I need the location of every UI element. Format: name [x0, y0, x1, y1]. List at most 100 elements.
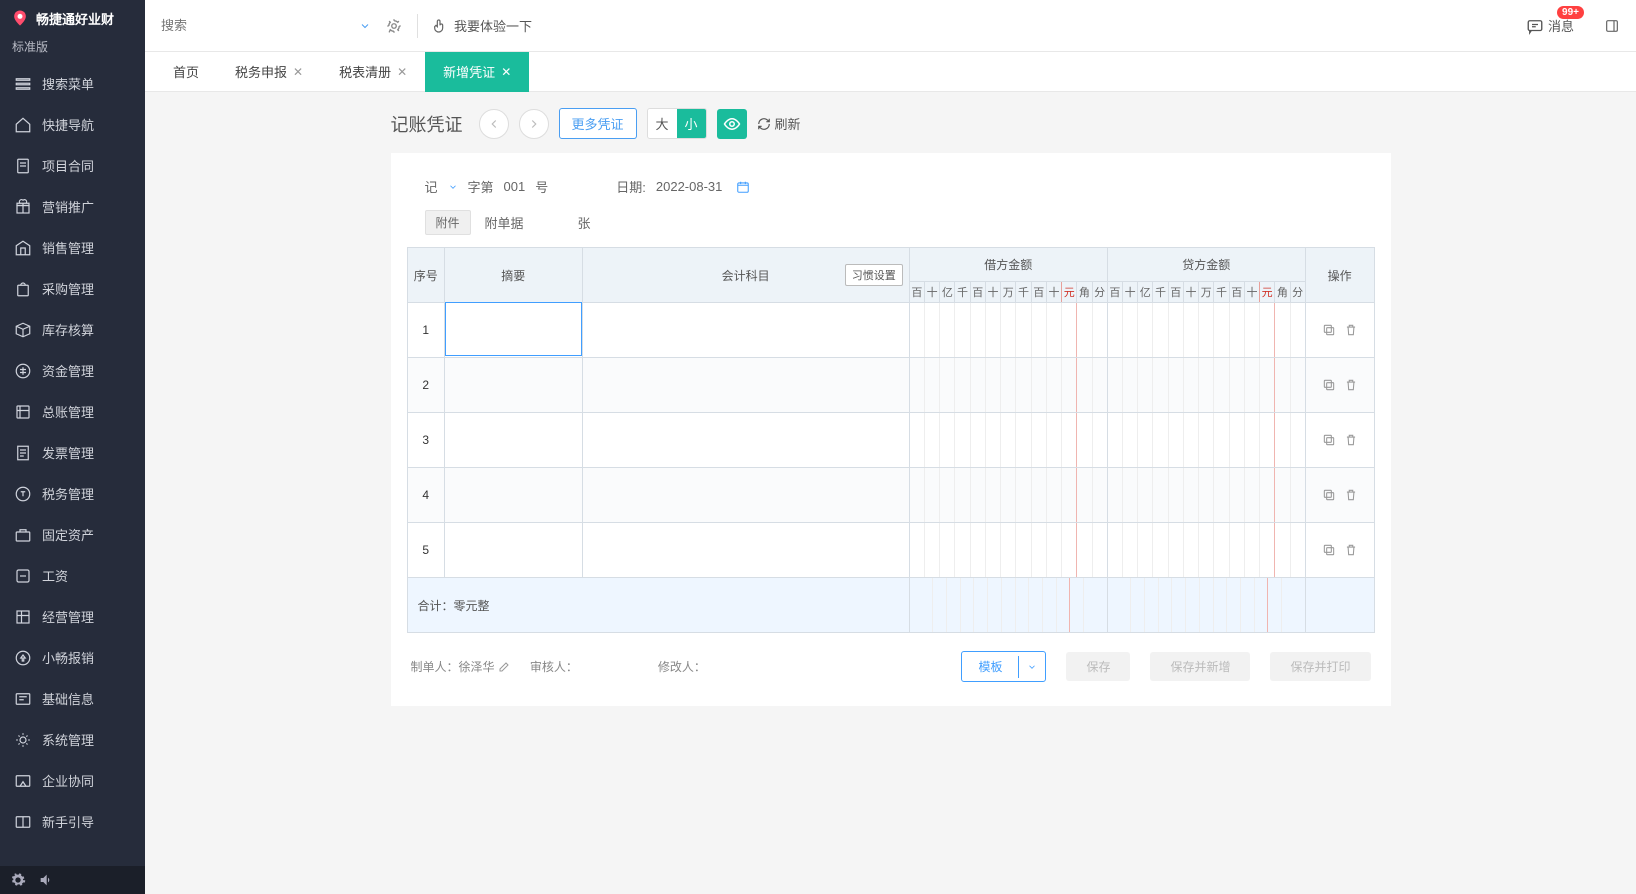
voucher-date[interactable]: 2022-08-31	[656, 179, 723, 194]
size-big-button[interactable]: 大	[648, 109, 677, 138]
sidebar-item-6[interactable]: 库存核算	[0, 309, 145, 350]
summary-input[interactable]	[445, 302, 582, 356]
sidebar-item-5[interactable]: 采购管理	[0, 268, 145, 309]
habit-settings-button[interactable]: 习惯设置	[845, 264, 903, 286]
close-icon[interactable]: ✕	[397, 65, 407, 79]
sidebar-item-7[interactable]: 资金管理	[0, 350, 145, 391]
invoice-icon	[14, 444, 32, 462]
table-row: 5	[407, 523, 1374, 578]
notification-badge: 99+	[1557, 6, 1584, 19]
maker-name: 徐泽华	[459, 660, 495, 674]
close-icon[interactable]: ✕	[501, 65, 511, 79]
sound-icon[interactable]	[38, 872, 54, 888]
biz-icon	[14, 608, 32, 626]
sidebar-item-8[interactable]: 总账管理	[0, 391, 145, 432]
trash-icon[interactable]	[1344, 433, 1358, 447]
sidebar-footer	[0, 866, 145, 894]
sidebar-item-9[interactable]: 发票管理	[0, 432, 145, 473]
size-toggle: 大 小	[647, 108, 707, 139]
sidebar-item-3[interactable]: 营销推广	[0, 186, 145, 227]
col-credit: 贷方金额	[1107, 248, 1305, 282]
chevron-down-icon[interactable]	[448, 182, 458, 192]
gear-icon[interactable]	[10, 872, 26, 888]
tab-1[interactable]: 税务申报✕	[217, 52, 321, 92]
table-row: 1	[407, 303, 1374, 358]
trash-icon[interactable]	[1344, 488, 1358, 502]
cart-icon	[14, 239, 32, 257]
save-new-button[interactable]: 保存并新增	[1150, 652, 1250, 681]
sidebar-item-14[interactable]: 小畅报销	[0, 637, 145, 678]
col-summary: 摘要	[445, 248, 583, 303]
copy-icon[interactable]	[1322, 433, 1336, 447]
voucher-type[interactable]: 记	[425, 177, 438, 196]
chevron-down-icon[interactable]	[359, 20, 371, 32]
size-small-button[interactable]: 小	[677, 109, 706, 138]
sidebar-item-2[interactable]: 项目合同	[0, 145, 145, 186]
trash-icon[interactable]	[1344, 543, 1358, 557]
copy-icon[interactable]	[1322, 378, 1336, 392]
edit-icon[interactable]	[498, 661, 510, 673]
save-print-button[interactable]: 保存并打印	[1270, 652, 1370, 681]
guide-icon	[14, 813, 32, 831]
attachment-button[interactable]: 附件	[425, 210, 471, 235]
chevron-down-icon[interactable]	[1018, 656, 1045, 678]
sidebar-item-1[interactable]: 快捷导航	[0, 104, 145, 145]
tab-2[interactable]: 税表清册✕	[321, 52, 425, 92]
tab-0[interactable]: 首页	[155, 52, 217, 92]
pay-icon	[14, 567, 32, 585]
main: 我要体验一下 消息 99+ 首页税务申报✕税表清册✕新增凭证✕ 记账凭证 更多凭…	[145, 0, 1636, 894]
sys-icon	[14, 731, 32, 749]
trash-icon[interactable]	[1344, 323, 1358, 337]
prev-button[interactable]	[479, 109, 509, 139]
next-button[interactable]	[519, 109, 549, 139]
asset-icon	[14, 526, 32, 544]
tab-bar: 首页税务申报✕税表清册✕新增凭证✕	[145, 52, 1636, 92]
try-link[interactable]: 我要体验一下	[432, 16, 532, 35]
nav-list: 搜索菜单快捷导航项目合同营销推广销售管理采购管理库存核算资金管理总账管理发票管理…	[0, 63, 145, 866]
gift-icon	[14, 198, 32, 216]
copy-icon[interactable]	[1322, 543, 1336, 557]
calendar-icon[interactable]	[736, 180, 750, 194]
trash-icon[interactable]	[1344, 378, 1358, 392]
logo: 畅捷通好业财	[0, 0, 145, 36]
sidebar-item-17[interactable]: 企业协同	[0, 760, 145, 801]
panel-icon[interactable]	[1604, 18, 1620, 34]
tax-icon	[14, 485, 32, 503]
coin-icon	[14, 362, 32, 380]
sidebar-item-0[interactable]: 搜索菜单	[0, 63, 145, 104]
sidebar-item-10[interactable]: 税务管理	[0, 473, 145, 514]
col-debit: 借方金额	[909, 248, 1107, 282]
reimb-icon	[14, 649, 32, 667]
messages-button[interactable]: 消息 99+	[1526, 16, 1574, 35]
voucher-toolbar: 记账凭证 更多凭证 大 小 刷新	[391, 102, 1391, 153]
sidebar-item-15[interactable]: 基础信息	[0, 678, 145, 719]
search-input[interactable]	[161, 18, 353, 33]
refresh-button[interactable]: 刷新	[757, 114, 801, 133]
sidebar-item-12[interactable]: 工资	[0, 555, 145, 596]
table-row: 3	[407, 413, 1374, 468]
topbar: 我要体验一下 消息 99+	[145, 0, 1636, 52]
attachment-row: 附件 附单据 张	[407, 206, 1375, 247]
col-account: 会计科目 习惯设置	[582, 248, 909, 303]
col-seq: 序号	[407, 248, 445, 303]
tab-3[interactable]: 新增凭证✕	[425, 52, 529, 92]
col-op: 操作	[1305, 248, 1374, 303]
preview-button[interactable]	[717, 109, 747, 139]
total-row: 合计：零元整	[407, 578, 1374, 633]
close-icon[interactable]: ✕	[293, 65, 303, 79]
template-button[interactable]: 模板	[961, 651, 1046, 682]
copy-icon[interactable]	[1322, 323, 1336, 337]
sidebar-item-11[interactable]: 固定资产	[0, 514, 145, 555]
table-row: 2	[407, 358, 1374, 413]
sidebar-item-13[interactable]: 经营管理	[0, 596, 145, 637]
more-vouchers-button[interactable]: 更多凭证	[559, 108, 637, 139]
voucher-number[interactable]: 001	[504, 179, 526, 194]
save-button[interactable]: 保存	[1066, 652, 1130, 681]
content: 记账凭证 更多凭证 大 小 刷新 记 字第 0	[145, 92, 1636, 894]
sidebar-item-4[interactable]: 销售管理	[0, 227, 145, 268]
edition-label: 标准版	[0, 36, 145, 63]
gear-icon[interactable]	[385, 17, 403, 35]
sidebar-item-16[interactable]: 系统管理	[0, 719, 145, 760]
copy-icon[interactable]	[1322, 488, 1336, 502]
sidebar-item-18[interactable]: 新手引导	[0, 801, 145, 842]
